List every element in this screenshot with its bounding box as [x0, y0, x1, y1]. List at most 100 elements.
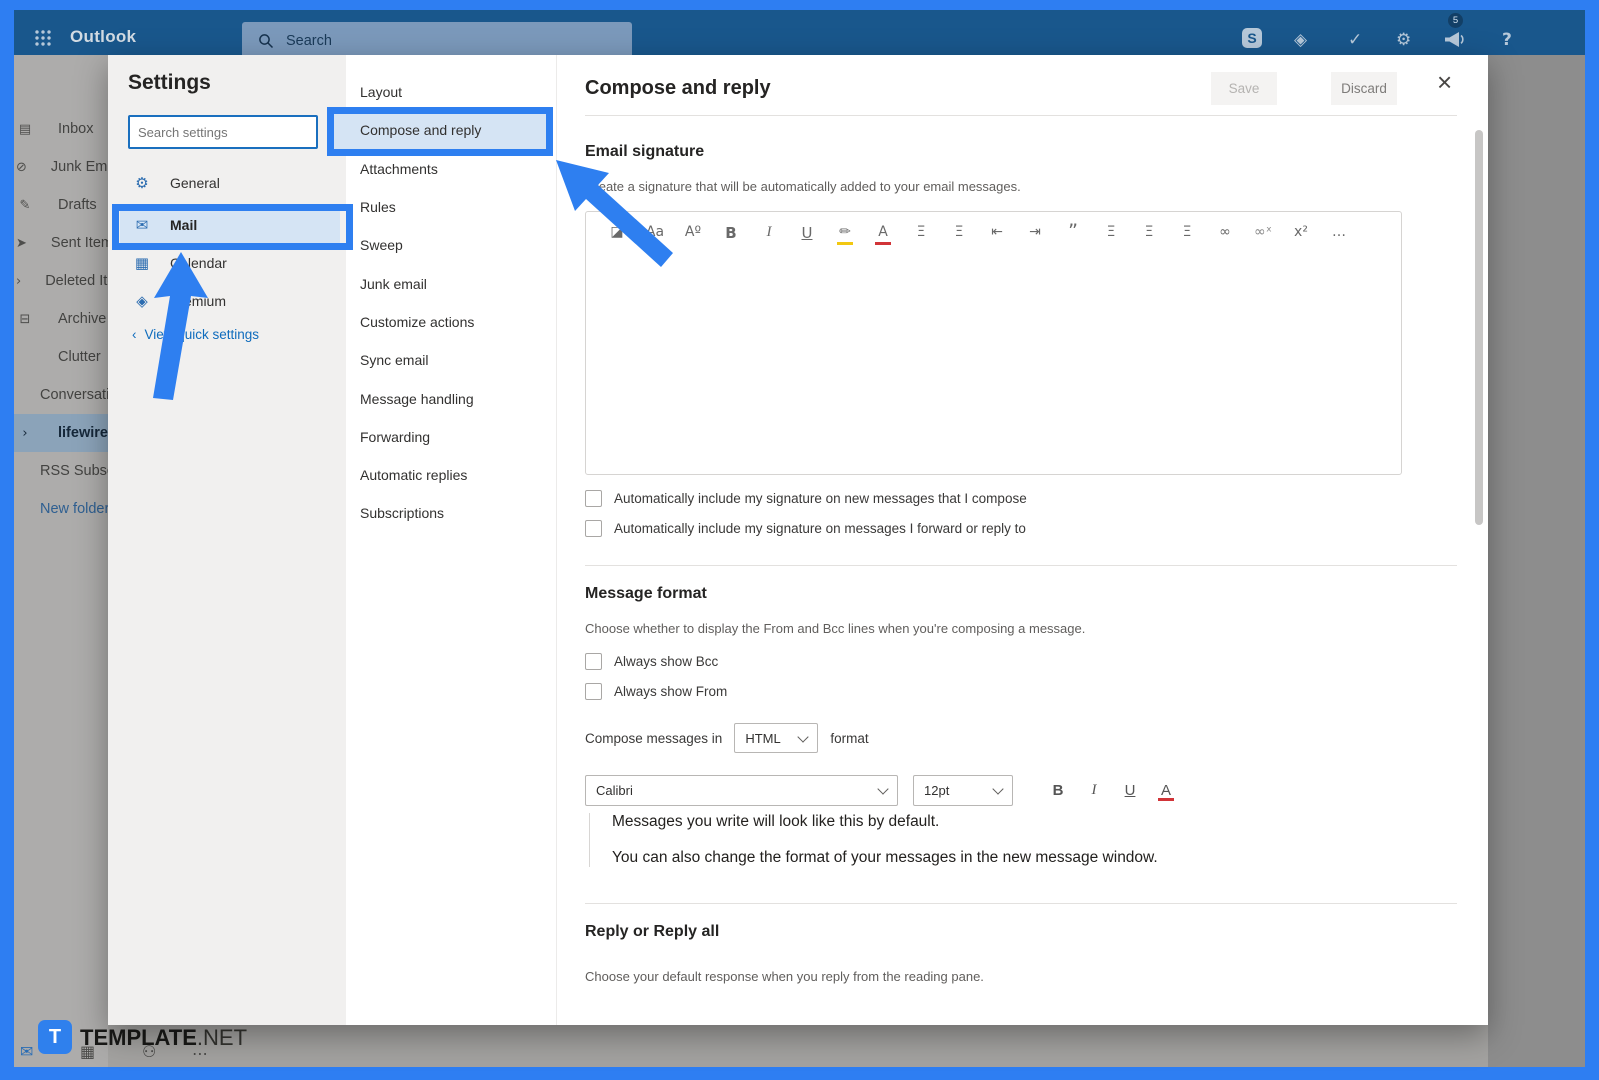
- skype-icon[interactable]: S: [1242, 28, 1262, 48]
- folder-clutter[interactable]: Clutter: [14, 338, 108, 376]
- settings-nav-premium[interactable]: ◈ Premium: [120, 282, 340, 320]
- font-case-icon[interactable]: Aa: [636, 224, 674, 242]
- app-title: Outlook: [70, 27, 137, 46]
- bullet-list-icon[interactable]: Ξ: [902, 224, 940, 242]
- more-icon[interactable]: …: [1320, 224, 1358, 242]
- divider: [585, 115, 1457, 116]
- folder-inbox[interactable]: ▤ Inbox: [14, 110, 108, 148]
- chevron-down-icon: [992, 783, 1004, 795]
- wordmark-bold: TEMPLATE: [80, 1025, 197, 1050]
- checkbox-always-show-bcc[interactable]: [585, 653, 602, 670]
- whats-new-megaphone-icon[interactable]: [1444, 31, 1466, 53]
- highlight-icon[interactable]: ✏: [826, 224, 864, 245]
- font-family-dropdown[interactable]: Calibri: [585, 775, 898, 806]
- checkbox-label: Always show From: [614, 684, 728, 699]
- settings-gear-icon[interactable]: ⚙: [1396, 30, 1411, 50]
- wordmark-suffix: .NET: [196, 1025, 248, 1050]
- checkbox-new-messages[interactable]: [585, 490, 602, 507]
- folder-drafts[interactable]: ✎ Drafts: [14, 186, 108, 224]
- mail-nav-attachments[interactable]: Attachments: [346, 150, 556, 188]
- category-label: General: [170, 175, 220, 191]
- chevron-left-icon: ‹: [132, 327, 137, 342]
- category-icon: ◈: [136, 292, 148, 310]
- mail-nav-rules[interactable]: Rules: [346, 188, 556, 226]
- checkbox-always-show-from[interactable]: [585, 683, 602, 700]
- font-size-dropdown[interactable]: 12pt: [913, 775, 1013, 806]
- folder-label: lifewire: [58, 425, 108, 441]
- scrollbar-thumb[interactable]: [1475, 130, 1483, 525]
- align-left-icon[interactable]: Ξ: [1092, 224, 1130, 242]
- link-icon[interactable]: ∞: [1206, 224, 1244, 242]
- premium-icon[interactable]: ◈: [1294, 30, 1307, 50]
- chevron-down-icon: [877, 783, 889, 795]
- reply-heading: Reply or Reply all: [585, 923, 720, 940]
- underline-icon[interactable]: U: [788, 224, 826, 242]
- toolbar-icon-glyph: …: [1332, 224, 1346, 240]
- font-color-button[interactable]: A: [1148, 782, 1184, 801]
- search-placeholder: Search: [286, 33, 332, 49]
- superscript-icon[interactable]: x²: [1282, 224, 1320, 242]
- reply-description: Choose your default response when you re…: [585, 969, 984, 984]
- mail-nav-compose-and-reply[interactable]: Compose and reply: [334, 111, 549, 150]
- mail-nav-customize-actions[interactable]: Customize actions: [346, 303, 556, 341]
- format-painter-icon[interactable]: ◪: [598, 224, 636, 242]
- folder-archive[interactable]: ⊟ Archive: [14, 300, 108, 338]
- screenshot-root: { "colors":{"accent_blue":"#2e7ff0","top…: [0, 0, 1599, 1080]
- compose-format-value: HTML: [745, 730, 781, 746]
- discard-button[interactable]: Discard: [1331, 72, 1397, 105]
- mail-settings-label: Automatic replies: [360, 467, 468, 484]
- folder-lifewire[interactable]: › lifewire: [14, 414, 108, 452]
- settings-search-input[interactable]: [128, 115, 318, 149]
- mail-nav-sweep[interactable]: Sweep: [346, 226, 556, 264]
- settings-nav-calendar[interactable]: ▦ Calendar: [120, 244, 340, 282]
- unlink-icon[interactable]: ∞ˣ: [1244, 224, 1282, 242]
- settings-nav-mail[interactable]: ✉ Mail: [120, 206, 340, 244]
- todo-check-icon[interactable]: ✓: [1348, 30, 1362, 50]
- numbered-list-icon[interactable]: Ξ: [940, 224, 978, 242]
- folder-sent[interactable]: ➤ Sent Items: [14, 224, 120, 262]
- mail-nav-automatic-replies[interactable]: Automatic replies: [346, 456, 556, 494]
- compose-format-dropdown[interactable]: HTML: [734, 723, 819, 753]
- signature-editor[interactable]: ◪ Aa Aº B I U ✏ A Ξ Ξ ⇤ ⇥ ” Ξ Ξ Ξ ∞ ∞ˣ x…: [585, 211, 1402, 475]
- outdent-icon[interactable]: ⇤: [978, 224, 1016, 242]
- save-button[interactable]: Save: [1211, 72, 1277, 105]
- folder-conversation-history[interactable]: Conversation History: [14, 376, 175, 414]
- mail-nav-sync-email[interactable]: Sync email: [346, 341, 556, 379]
- bold-icon[interactable]: B: [712, 224, 750, 242]
- column-separator: [556, 55, 557, 1025]
- font-size-icon[interactable]: Aº: [674, 224, 712, 242]
- bottom-nav-mail-icon[interactable]: ✉: [20, 1042, 33, 1061]
- folder-junk[interactable]: ⊘ Junk Email: [14, 148, 122, 186]
- mail-nav-layout[interactable]: Layout: [346, 73, 556, 111]
- app-launcher-icon[interactable]: [34, 29, 51, 46]
- align-center-icon[interactable]: Ξ: [1130, 224, 1168, 242]
- view-quick-settings-link[interactable]: ‹ View quick settings: [132, 327, 259, 342]
- templatenet-logo: T: [38, 1020, 72, 1054]
- chevron-down-icon: [797, 730, 809, 743]
- toolbar-icon-glyph: I: [766, 224, 772, 240]
- help-icon[interactable]: ?: [1502, 30, 1512, 50]
- folder-rss[interactable]: RSS Subscriptions: [14, 452, 161, 490]
- font-color-icon[interactable]: A: [864, 224, 902, 245]
- toolbar-icon-glyph: B: [725, 224, 737, 242]
- align-right-icon[interactable]: Ξ: [1168, 224, 1206, 242]
- message-format-description: Choose whether to display the From and B…: [585, 621, 1086, 636]
- compose-format-suffix: format: [830, 730, 869, 746]
- underline-button[interactable]: U: [1112, 782, 1148, 799]
- category-label: Calendar: [170, 255, 227, 271]
- checkbox-forward-reply[interactable]: [585, 520, 602, 537]
- quote-icon[interactable]: ”: [1054, 222, 1092, 242]
- mail-nav-subscriptions[interactable]: Subscriptions: [346, 494, 556, 532]
- toolbar-icon-glyph: ∞ˣ: [1254, 224, 1272, 240]
- bold-button[interactable]: B: [1040, 782, 1076, 799]
- mail-nav-forwarding[interactable]: Forwarding: [346, 418, 556, 456]
- mail-nav-junk-email[interactable]: Junk email: [346, 264, 556, 302]
- close-icon[interactable]: ×: [1437, 67, 1452, 98]
- folder-deleted[interactable]: › Deleted Items: [14, 262, 135, 300]
- indent-icon[interactable]: ⇥: [1016, 224, 1054, 242]
- italic-button[interactable]: I: [1076, 782, 1112, 799]
- new-folder-link[interactable]: New folder: [14, 490, 109, 528]
- mail-nav-message-handling[interactable]: Message handling: [346, 379, 556, 417]
- settings-nav-general[interactable]: ⚙ General: [120, 164, 340, 202]
- italic-icon[interactable]: I: [750, 224, 788, 242]
